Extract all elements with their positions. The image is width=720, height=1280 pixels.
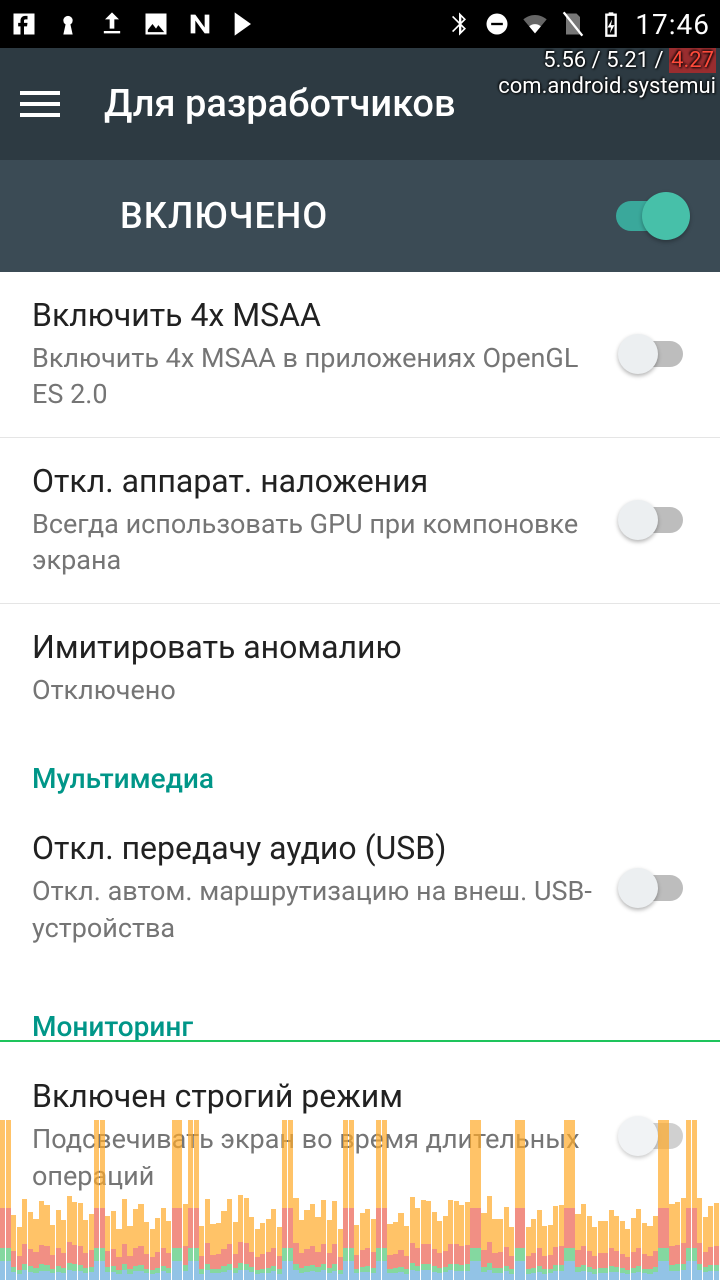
dnd-icon xyxy=(483,10,511,38)
msaa-switch[interactable] xyxy=(618,334,688,374)
master-switch-label: ВКЛЮЧЕНО xyxy=(120,195,328,237)
setting-title: Откл. передачу аудио (USB) xyxy=(32,829,594,867)
section-multimedia: Мультимедиа xyxy=(0,732,720,805)
n-icon xyxy=(186,10,214,38)
setting-title: Откл. аппарат. наложения xyxy=(32,462,594,500)
no-sim-icon xyxy=(559,10,587,38)
bluetooth-icon xyxy=(445,10,473,38)
setting-subtitle: Подсвечивать экран во время длительных о… xyxy=(32,1121,594,1194)
setting-hw-overlays[interactable]: Откл. аппарат. наложения Всегда использо… xyxy=(0,438,720,604)
image-icon xyxy=(142,10,170,38)
setting-title: Включить 4x MSAA xyxy=(32,296,594,334)
setting-subtitle: Включить 4x MSAA в приложениях OpenGL ES… xyxy=(32,340,594,413)
master-switch[interactable] xyxy=(608,192,688,240)
master-switch-row[interactable]: ВКЛЮЧЕНО xyxy=(0,160,720,272)
setting-subtitle: Отключено xyxy=(32,672,664,708)
status-time: 17:46 xyxy=(635,8,710,41)
play-store-icon xyxy=(230,10,258,38)
facebook-icon xyxy=(10,10,38,38)
setting-title: Имитировать аномалию xyxy=(32,628,664,666)
battery-icon xyxy=(597,10,625,38)
upload-icon xyxy=(98,10,126,38)
overlays-switch[interactable] xyxy=(618,500,688,540)
strict-switch[interactable] xyxy=(618,1116,688,1156)
setting-subtitle: Откл. автом. маршрутизацию на внеш. USB-… xyxy=(32,873,594,946)
page-title: Для разработчиков xyxy=(104,82,456,126)
status-bar: 17:46 xyxy=(0,0,720,48)
setting-4x-msaa[interactable]: Включить 4x MSAA Включить 4x MSAA в прил… xyxy=(0,272,720,438)
setting-usb-audio[interactable]: Откл. передачу аудио (USB) Откл. автом. … xyxy=(0,805,720,970)
menu-icon[interactable] xyxy=(16,80,64,128)
section-monitoring: Мониторинг xyxy=(0,970,720,1053)
setting-strict-mode[interactable]: Включен строгий режим Подсвечивать экран… xyxy=(0,1053,720,1254)
usb-audio-switch[interactable] xyxy=(618,868,688,908)
setting-title: Включен строгий режим xyxy=(32,1077,594,1115)
setting-simulate-anomaly[interactable]: Имитировать аномалию Отключено xyxy=(0,604,720,732)
setting-subtitle: Всегда использовать GPU при компоновке э… xyxy=(32,506,594,579)
keyhole-icon xyxy=(54,10,82,38)
wifi-icon xyxy=(521,10,549,38)
debug-overlay: 5.56 / 5.21 / 4.27 com.android.systemui xyxy=(498,48,716,101)
